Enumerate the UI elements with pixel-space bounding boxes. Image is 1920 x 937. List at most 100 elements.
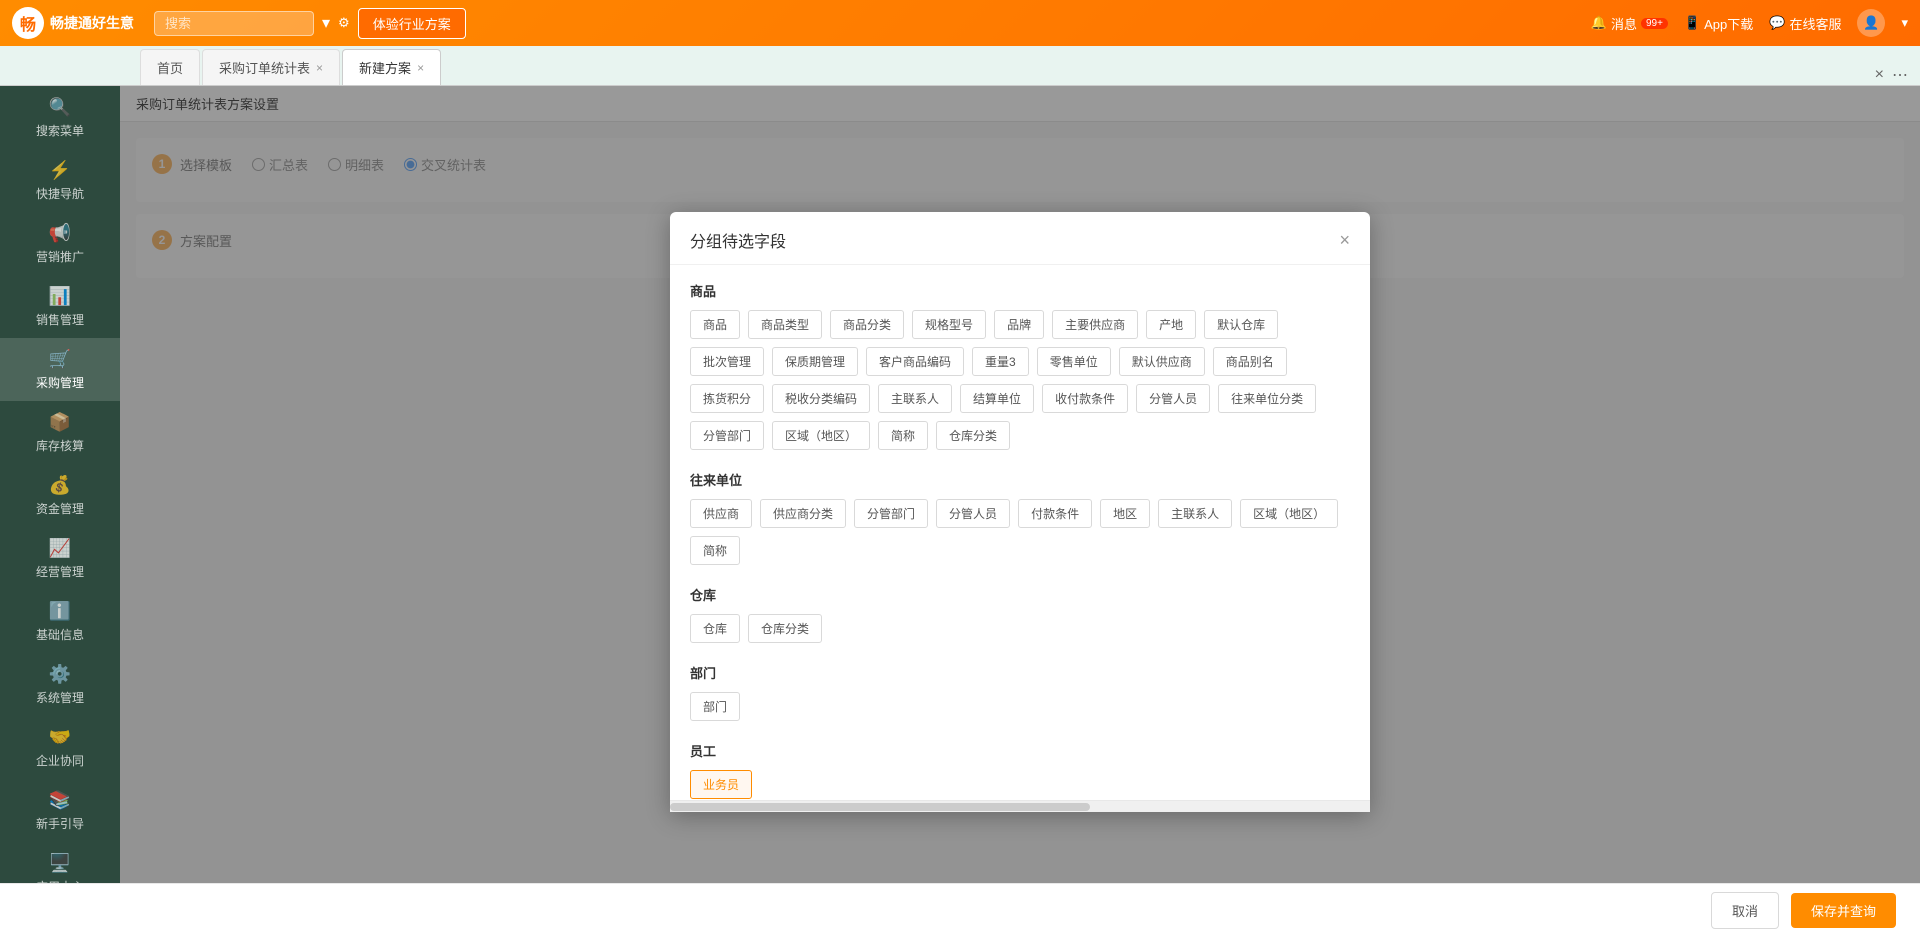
field-chip-expiry[interactable]: 保质期管理 (772, 347, 858, 376)
download-icon: 📱 (1684, 15, 1700, 31)
field-chip-salesperson[interactable]: 业务员 (690, 770, 752, 799)
tab-purchase-stat[interactable]: 采购订单统计表 × (202, 49, 340, 85)
field-chip-area[interactable]: 地区 (1100, 499, 1150, 528)
sidebar-item-operations[interactable]: 📈 经营管理 (0, 527, 120, 590)
sidebar-item-inventory[interactable]: 📦 库存核算 (0, 401, 120, 464)
section-warehouse-title: 仓库 (690, 585, 1350, 604)
header-search-dropdown[interactable]: ▾ (322, 13, 330, 33)
field-chip-settle-unit[interactable]: 结算单位 (960, 384, 1034, 413)
tab-new-plan-close[interactable]: × (417, 61, 424, 75)
field-chip-pick-score[interactable]: 拣货积分 (690, 384, 764, 413)
modal-scrollbar-thumb (670, 803, 1090, 811)
field-chip-product[interactable]: 商品 (690, 310, 740, 339)
section-employee: 员工 业务员 (690, 741, 1350, 799)
field-chip-alias[interactable]: 商品别名 (1213, 347, 1287, 376)
top-header: 畅 畅捷通好生意 ▾ ⚙ 体验行业方案 🔔 消息 99+ 📱 App下载 💬 在… (0, 0, 1920, 46)
sidebar-item-basic-label: 基础信息 (36, 626, 84, 643)
field-chip-product-category[interactable]: 商品分类 (830, 310, 904, 339)
field-chip-region2[interactable]: 区域（地区） (1240, 499, 1338, 528)
user-dropdown-icon[interactable]: ▾ (1901, 15, 1908, 31)
sidebar-item-finance[interactable]: 💰 资金管理 (0, 464, 120, 527)
sidebar-item-basic[interactable]: ℹ️ 基础信息 (0, 590, 120, 653)
quicknav-icon: ⚡ (49, 159, 71, 181)
section-department: 部门 部门 (690, 663, 1350, 721)
notification-icon: 🔔 (1591, 15, 1607, 31)
download-label: App下载 (1704, 14, 1753, 33)
field-chip-supplier[interactable]: 供应商 (690, 499, 752, 528)
service-icon: 💬 (1769, 15, 1785, 31)
cancel-button[interactable]: 取消 (1711, 892, 1779, 929)
tab-home[interactable]: 首页 (140, 49, 200, 85)
field-chip-contact[interactable]: 主联系人 (878, 384, 952, 413)
sidebar-item-quicknav[interactable]: ⚡ 快捷导航 (0, 149, 120, 212)
field-chip-department[interactable]: 部门 (690, 692, 740, 721)
sidebar-item-search[interactable]: 🔍 搜索菜单 (0, 86, 120, 149)
modal-header: 分组待选字段 × (670, 212, 1370, 265)
field-chip-customer-code[interactable]: 客户商品编码 (866, 347, 964, 376)
field-select-modal: 分组待选字段 × 商品 商品 商品类型 商品分类 规格型号 品牌 主要供应商 产… (670, 212, 1370, 812)
confirm-button[interactable]: 保存并查询 (1791, 893, 1896, 928)
field-chip-origin[interactable]: 产地 (1146, 310, 1196, 339)
field-chip-short-name2[interactable]: 简称 (690, 536, 740, 565)
app-name: 畅捷通好生意 (50, 13, 134, 33)
header-search-input[interactable] (154, 11, 314, 36)
marketing-icon: 📢 (49, 222, 71, 244)
field-chip-batch[interactable]: 批次管理 (690, 347, 764, 376)
header-right: 🔔 消息 99+ 📱 App下载 💬 在线客服 👤 ▾ (1591, 9, 1908, 37)
purchase-icon: 🛒 (49, 348, 71, 370)
sidebar-item-sales[interactable]: 📊 销售管理 (0, 275, 120, 338)
inventory-icon: 📦 (49, 411, 71, 433)
field-chip-partner-category[interactable]: 往来单位分类 (1218, 384, 1316, 413)
field-chip-default-warehouse[interactable]: 默认仓库 (1204, 310, 1278, 339)
field-chip-partner-manager[interactable]: 分管人员 (936, 499, 1010, 528)
sidebar-item-finance-label: 资金管理 (36, 500, 84, 517)
modal-horizontal-scrollbar[interactable] (670, 800, 1370, 812)
tab-bar-menu-icon[interactable]: ⋯ (1892, 65, 1908, 85)
sidebar-item-system[interactable]: ⚙️ 系统管理 (0, 653, 120, 716)
tab-bar-close-icon[interactable]: × (1875, 66, 1884, 84)
sidebar-item-inventory-label: 库存核算 (36, 437, 84, 454)
settings-icon[interactable]: ⚙ (338, 15, 350, 31)
notification-item[interactable]: 🔔 消息 99+ (1591, 14, 1668, 33)
field-chip-warehouse-cat[interactable]: 仓库分类 (936, 421, 1010, 450)
field-chip-weight[interactable]: 重量3 (972, 347, 1029, 376)
field-chip-short-name[interactable]: 简称 (878, 421, 928, 450)
download-item[interactable]: 📱 App下载 (1684, 14, 1753, 33)
sidebar-item-guide[interactable]: 📚 新手引导 (0, 779, 120, 842)
field-chip-partner-dept[interactable]: 分管部门 (854, 499, 928, 528)
field-chip-payment-terms[interactable]: 收付款条件 (1042, 384, 1128, 413)
tab-purchase-stat-label: 采购订单统计表 (219, 58, 310, 77)
sidebar-item-marketing-label: 营销推广 (36, 248, 84, 265)
field-chip-brand[interactable]: 品牌 (994, 310, 1044, 339)
field-chip-tax-code[interactable]: 税收分类编码 (772, 384, 870, 413)
field-chip-warehouse-category[interactable]: 仓库分类 (748, 614, 822, 643)
collab-icon: 🤝 (49, 726, 71, 748)
field-chip-default-supplier[interactable]: 默认供应商 (1119, 347, 1205, 376)
service-label: 在线客服 (1789, 14, 1841, 33)
sidebar-item-purchase[interactable]: 🛒 采购管理 (0, 338, 120, 401)
sidebar-item-marketing[interactable]: 📢 营销推广 (0, 212, 120, 275)
field-chip-manager[interactable]: 分管人员 (1136, 384, 1210, 413)
notification-label: 消息 (1611, 14, 1637, 33)
field-chip-main-supplier[interactable]: 主要供应商 (1052, 310, 1138, 339)
modal-title: 分组待选字段 (690, 228, 786, 252)
field-chip-product-type[interactable]: 商品类型 (748, 310, 822, 339)
section-warehouse-grid: 仓库 仓库分类 (690, 614, 1350, 643)
avatar[interactable]: 👤 (1857, 9, 1885, 37)
field-chip-retail-unit[interactable]: 零售单位 (1037, 347, 1111, 376)
field-chip-supplier-cat[interactable]: 供应商分类 (760, 499, 846, 528)
search-icon: 🔍 (49, 96, 71, 118)
field-chip-dept[interactable]: 分管部门 (690, 421, 764, 450)
field-chip-warehouse[interactable]: 仓库 (690, 614, 740, 643)
tab-new-plan[interactable]: 新建方案 × (342, 49, 441, 85)
field-chip-payment-condition[interactable]: 付款条件 (1018, 499, 1092, 528)
section-department-title: 部门 (690, 663, 1350, 682)
exp-plan-button[interactable]: 体验行业方案 (358, 8, 466, 39)
field-chip-spec[interactable]: 规格型号 (912, 310, 986, 339)
field-chip-region[interactable]: 区域（地区） (772, 421, 870, 450)
sidebar-item-collab[interactable]: 🤝 企业协同 (0, 716, 120, 779)
modal-close-button[interactable]: × (1339, 231, 1350, 249)
field-chip-main-contact[interactable]: 主联系人 (1158, 499, 1232, 528)
tab-purchase-stat-close[interactable]: × (316, 61, 323, 75)
service-item[interactable]: 💬 在线客服 (1769, 14, 1841, 33)
